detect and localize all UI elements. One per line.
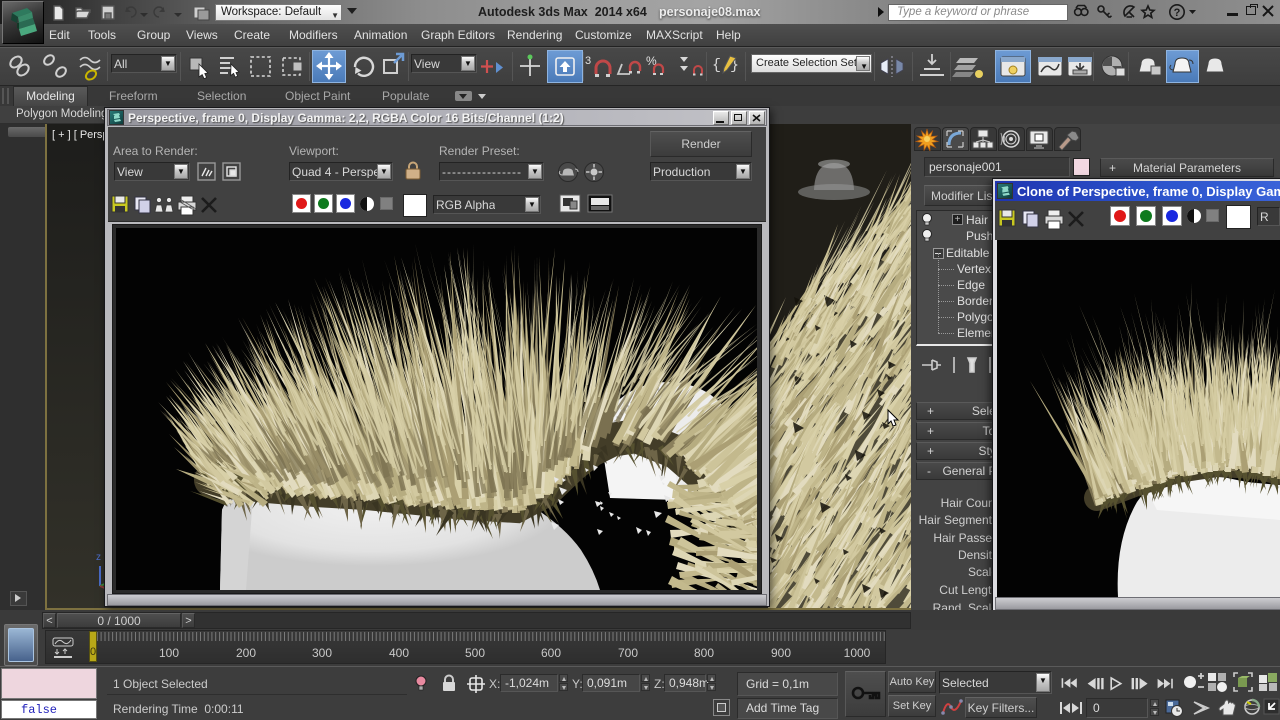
svg-text:3: 3: [585, 55, 591, 67]
svg-text:?: ?: [1174, 7, 1181, 19]
svg-text:z: z: [96, 552, 101, 563]
